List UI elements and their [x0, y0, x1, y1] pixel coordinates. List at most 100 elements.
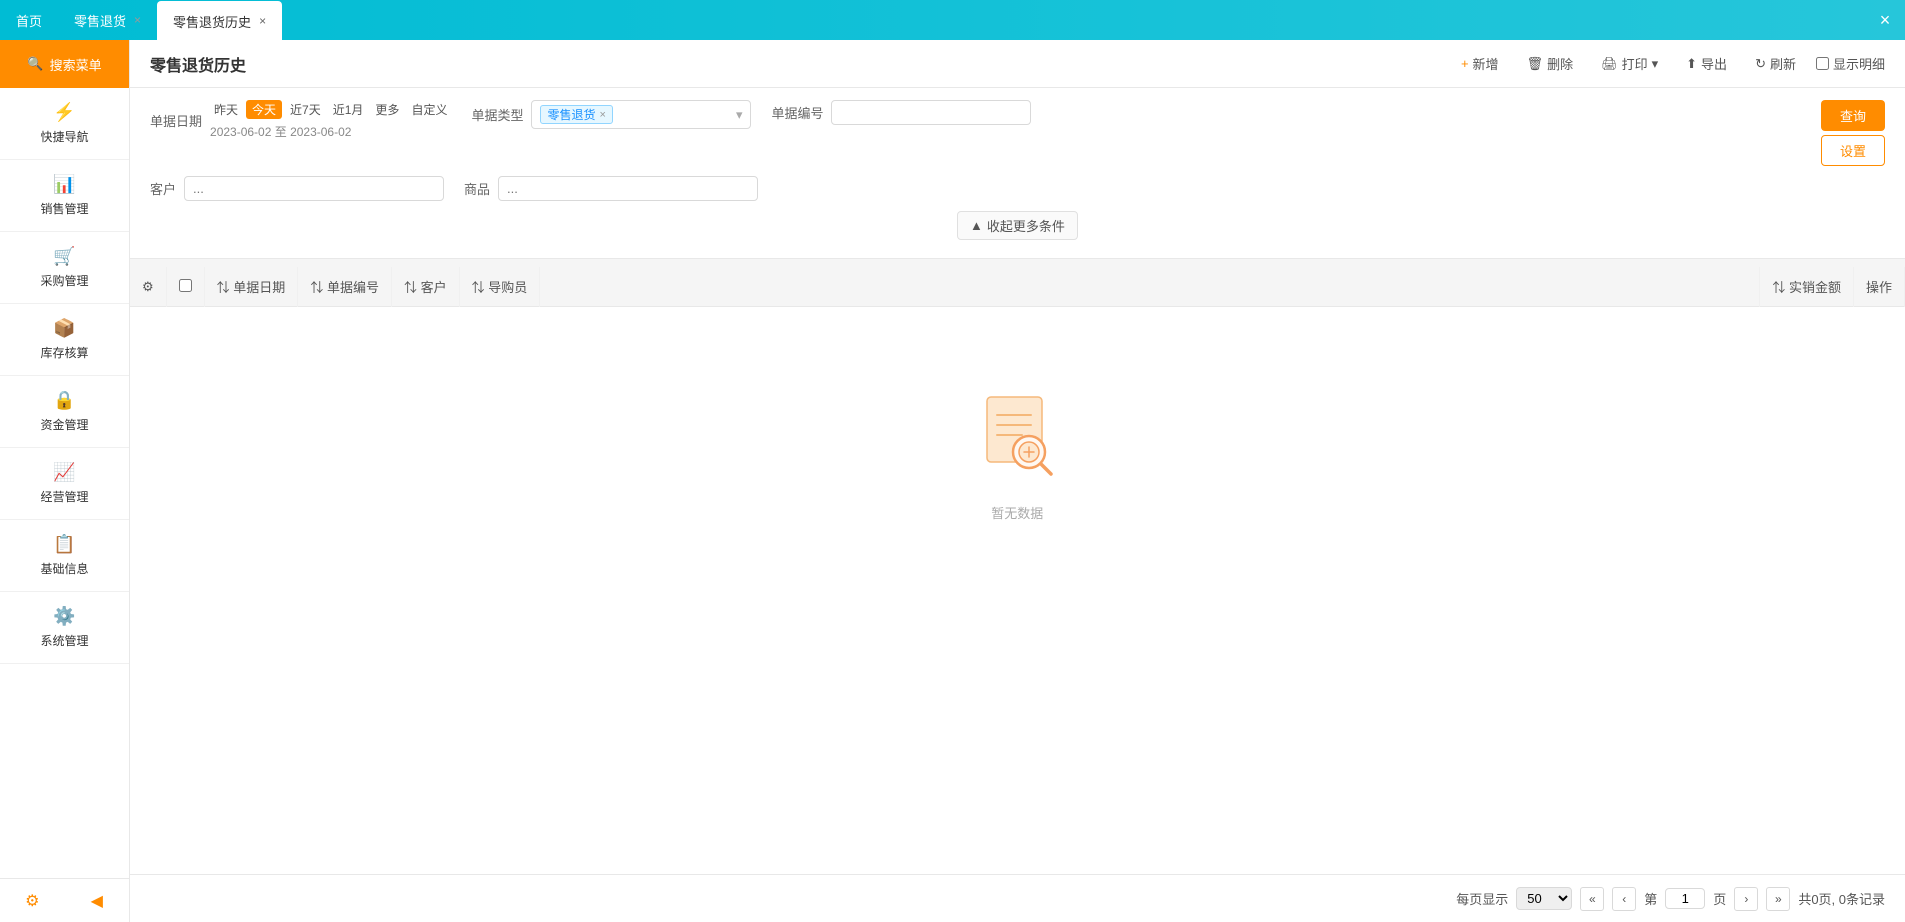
date-1month-btn[interactable]: 近1月: [329, 100, 368, 119]
sidebar-item-basic-info[interactable]: 📋 基础信息: [0, 520, 129, 592]
refresh-button[interactable]: ↻ 刷新: [1747, 50, 1804, 77]
finance-icon: 🔒: [53, 390, 75, 411]
collapse-filter-button[interactable]: ▲ 收起更多条件: [957, 211, 1078, 240]
empty-state-icon: [967, 387, 1067, 487]
search-icon: 🔍: [27, 56, 43, 72]
window-close-button[interactable]: ×: [1865, 0, 1905, 40]
print-dropdown-icon: ▾: [1652, 56, 1659, 72]
sidebar-bottom: ⚙ ◀: [0, 878, 129, 922]
filter-row-1: 单据日期 昨天 今天 近7天 近1月 更多 自定义 2023-06-02 至 2…: [150, 100, 1885, 166]
print-button[interactable]: 🖨 打印 ▾: [1593, 50, 1666, 77]
filter-goods: 商品: [464, 176, 758, 201]
date-7days-btn[interactable]: 近7天: [286, 100, 325, 119]
table-header-row: ⚙ ⇅ 单据日期 ⇅ 单据编号: [130, 267, 1905, 307]
goods-input[interactable]: [498, 176, 758, 201]
delete-button[interactable]: 🗑 删除: [1519, 50, 1582, 77]
tab-retail-return-history[interactable]: 零售退货历史 ×: [157, 1, 282, 41]
inventory-icon: 📦: [53, 318, 75, 339]
export-button[interactable]: ⬆ 导出: [1678, 50, 1735, 77]
add-button[interactable]: + 新增: [1453, 50, 1507, 77]
filter-type: 单据类型 零售退货 × ▾: [471, 100, 751, 129]
tab-retail-return-history-close[interactable]: ×: [259, 14, 266, 28]
sidebar-item-inventory[interactable]: 📦 库存核算: [0, 304, 129, 376]
type-select-arrow: ▾: [736, 107, 743, 123]
th-amount[interactable]: ⇅ 实销金额: [1760, 267, 1854, 307]
quick-nav-icon: ⚡: [53, 102, 75, 123]
sidebar-item-finance[interactable]: 🔒 资金管理: [0, 376, 129, 448]
sidebar: 🔍 搜索菜单 ⚡ 快捷导航 📊 销售管理 🛒 采购管理 📦 库存核算 🔒 资金管…: [0, 40, 130, 922]
customer-input[interactable]: [184, 176, 444, 201]
date-range-text: 2023-06-02 至 2023-06-02: [210, 123, 451, 140]
th-checkbox[interactable]: [166, 267, 204, 307]
th-guide[interactable]: ⇅ 导购员: [459, 267, 540, 307]
toolbar-actions: + 新增 🗑 删除 🖨 打印 ▾ ⬆ 导出 ↻ 刷: [1453, 50, 1885, 77]
first-page-button[interactable]: «: [1580, 887, 1604, 911]
filter-date: 单据日期 昨天 今天 近7天 近1月 更多 自定义 2023-06-02 至 2…: [150, 100, 451, 140]
query-button[interactable]: 查询: [1821, 100, 1885, 131]
th-settings[interactable]: ⚙: [130, 267, 166, 307]
export-icon: ⬆: [1686, 56, 1697, 72]
refresh-icon: ↻: [1755, 56, 1766, 72]
th-action: 操作: [1853, 267, 1904, 307]
tab-home[interactable]: 首页: [0, 0, 58, 40]
system-icon: ⚙️: [53, 606, 75, 627]
purchase-icon: 🛒: [53, 246, 75, 267]
sidebar-item-system[interactable]: ⚙️ 系统管理: [0, 592, 129, 664]
basic-info-icon: 📋: [53, 534, 75, 555]
content-area: 零售退货历史 + 新增 🗑 删除 🖨 打印 ▾ ⬆ 导出: [130, 40, 1905, 922]
pagination-bar: 每页显示 10 20 50 100 « ‹ 第 页 › » 共0页, 0条记录: [130, 874, 1905, 922]
date-more-btn[interactable]: 更多: [371, 100, 403, 119]
table-area: ⚙ ⇅ 单据日期 ⇅ 单据编号: [130, 267, 1905, 874]
sidebar-search[interactable]: 🔍 搜索菜单: [0, 40, 129, 88]
type-select[interactable]: 零售退货 × ▾: [531, 100, 751, 129]
th-spacer: [540, 267, 1760, 307]
add-icon: +: [1461, 56, 1469, 71]
empty-state-row: 暂无数据: [130, 307, 1905, 603]
tab-retail-return-close[interactable]: ×: [134, 13, 141, 27]
th-voucher-no[interactable]: ⇅ 单据编号: [298, 267, 392, 307]
last-page-button[interactable]: »: [1766, 887, 1790, 911]
operations-icon: 📈: [53, 462, 75, 483]
page-number-input[interactable]: [1665, 888, 1705, 909]
th-date[interactable]: ⇅ 单据日期: [204, 267, 298, 307]
empty-state: 暂无数据: [130, 307, 1905, 602]
delete-icon: 🗑: [1527, 56, 1544, 72]
type-tag-close[interactable]: ×: [599, 109, 605, 121]
filter-row-2: 客户 商品: [150, 176, 1885, 201]
table-body: 暂无数据: [130, 307, 1905, 603]
settings-icon: ⚙: [142, 279, 154, 294]
sidebar-item-sales[interactable]: 📊 销售管理: [0, 160, 129, 232]
th-customer[interactable]: ⇅ 客户: [391, 267, 459, 307]
date-today-btn[interactable]: 今天: [246, 100, 282, 119]
sidebar-collapse-button[interactable]: ◀: [65, 879, 130, 922]
print-icon: 🖨: [1601, 56, 1618, 72]
sidebar-settings-button[interactable]: ⚙: [0, 879, 65, 922]
filter-area: 单据日期 昨天 今天 近7天 近1月 更多 自定义 2023-06-02 至 2…: [130, 88, 1905, 259]
select-all-checkbox[interactable]: [179, 279, 192, 292]
collapse-icon: ▲: [970, 218, 983, 233]
date-custom-btn[interactable]: 自定义: [407, 100, 451, 119]
query-setting-col: 查询 设置: [1821, 100, 1885, 166]
display-detail-checkbox[interactable]: [1816, 57, 1829, 70]
filter-customer: 客户: [150, 176, 444, 201]
top-bar: 首页 零售退货 × 零售退货历史 × ×: [0, 0, 1905, 40]
main-layout: 🔍 搜索菜单 ⚡ 快捷导航 📊 销售管理 🛒 采购管理 📦 库存核算 🔒 资金管…: [0, 40, 1905, 922]
date-quick-buttons: 昨天 今天 近7天 近1月 更多 自定义: [210, 100, 451, 119]
page-size-select[interactable]: 10 20 50 100: [1516, 887, 1572, 910]
sidebar-item-operations[interactable]: 📈 经营管理: [0, 448, 129, 520]
tab-retail-return[interactable]: 零售退货 ×: [58, 0, 157, 40]
setting-button[interactable]: 设置: [1821, 135, 1885, 166]
filter-voucher: 单据编号: [771, 100, 1031, 125]
prev-page-button[interactable]: ‹: [1612, 887, 1636, 911]
page-header: 零售退货历史 + 新增 🗑 删除 🖨 打印 ▾ ⬆ 导出: [130, 40, 1905, 88]
sidebar-item-purchase[interactable]: 🛒 采购管理: [0, 232, 129, 304]
sales-icon: 📊: [53, 174, 75, 195]
page-title: 零售退货历史: [150, 52, 1453, 76]
voucher-input[interactable]: [831, 100, 1031, 125]
next-page-button[interactable]: ›: [1734, 887, 1758, 911]
data-table: ⚙ ⇅ 单据日期 ⇅ 单据编号: [130, 267, 1905, 602]
date-yesterday-btn[interactable]: 昨天: [210, 100, 242, 119]
type-tag: 零售退货 ×: [540, 105, 612, 124]
sidebar-item-quick-nav[interactable]: ⚡ 快捷导航: [0, 88, 129, 160]
display-detail-checkbox-wrapper: 显示明细: [1816, 54, 1885, 73]
